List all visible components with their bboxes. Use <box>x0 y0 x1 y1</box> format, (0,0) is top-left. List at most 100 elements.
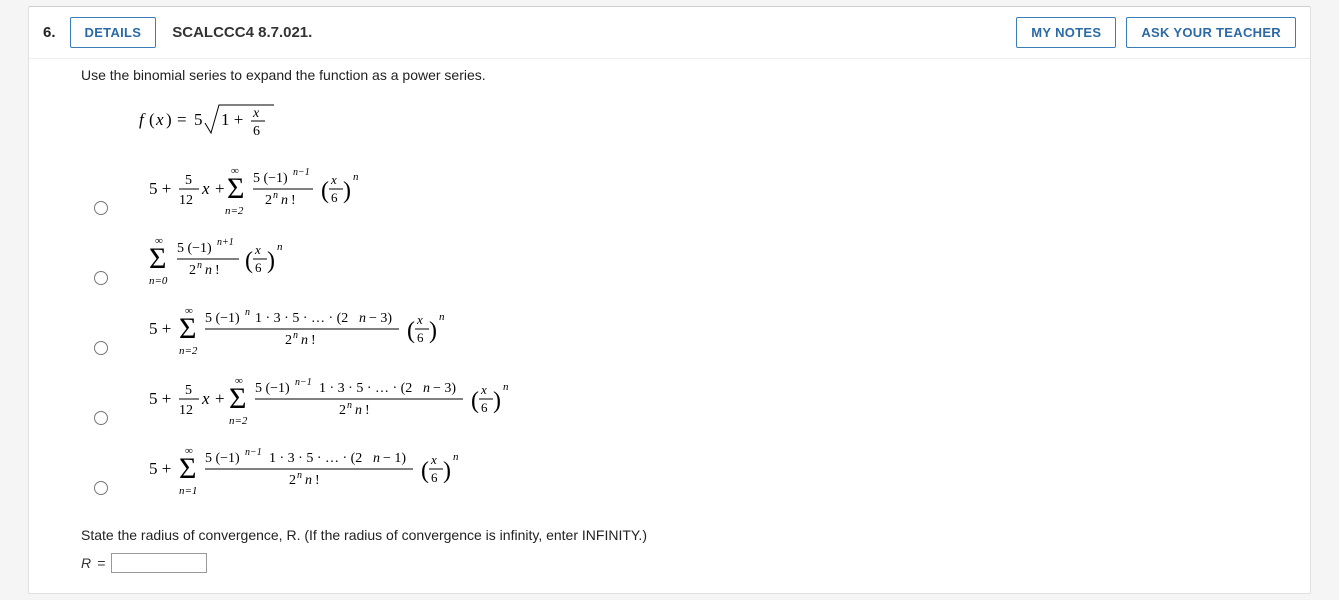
answer-option: 5 + ∞ Σ n=1 5 (−1) n−1 1 · 3 · 5 · … · (… <box>81 441 1282 499</box>
svg-text:(: ( <box>421 458 429 484</box>
option-radio-2[interactable] <box>94 271 108 285</box>
answer-option: 5 + 5 12 x + ∞ Σ n=2 5 (−1) n−1 1 · 3 · … <box>81 371 1282 429</box>
svg-text:!: ! <box>215 263 220 278</box>
svg-text:6: 6 <box>331 190 338 205</box>
svg-text:6: 6 <box>417 330 424 345</box>
svg-text:n: n <box>355 403 362 418</box>
svg-text:Σ: Σ <box>149 242 166 275</box>
svg-text:n: n <box>273 190 278 201</box>
svg-text:(: ( <box>149 110 155 129</box>
svg-text:n−1: n−1 <box>295 377 312 388</box>
radius-equals: = <box>97 555 105 571</box>
svg-text:− 3): − 3) <box>369 311 392 326</box>
svg-text:− 1): − 1) <box>383 451 406 466</box>
radius-input[interactable] <box>111 553 207 573</box>
svg-text:x: x <box>252 106 260 121</box>
svg-text:6: 6 <box>253 124 260 139</box>
svg-text:(: ( <box>471 388 479 414</box>
svg-text:n: n <box>301 333 308 348</box>
option-math-1: 5 + 5 12 x + ∞ Σ n=2 5 (−1) n−1 2 n <box>149 162 409 218</box>
svg-text:n: n <box>297 470 302 481</box>
svg-text:n: n <box>245 307 250 318</box>
question-header: 6. DETAILS SCALCCC4 8.7.021. MY NOTES AS… <box>29 7 1310 58</box>
svg-text:x: x <box>155 110 164 129</box>
svg-text:Σ: Σ <box>179 312 196 345</box>
radius-input-row: R = <box>81 553 1282 573</box>
answer-option: ∞ Σ n=0 5 (−1) n+1 2 n n ! ( x 6 ) <box>81 231 1282 289</box>
svg-text:!: ! <box>365 403 370 418</box>
svg-text:x: x <box>330 172 337 187</box>
svg-text:n: n <box>359 311 366 326</box>
svg-text:2: 2 <box>189 263 196 278</box>
svg-text:n=1: n=1 <box>179 485 197 497</box>
svg-text:n: n <box>353 171 359 183</box>
svg-text:=: = <box>177 110 187 129</box>
svg-text:(: ( <box>321 178 329 204</box>
svg-text:n−1: n−1 <box>293 167 310 178</box>
svg-text:6: 6 <box>481 400 488 415</box>
my-notes-button[interactable]: MY NOTES <box>1016 17 1116 48</box>
answer-option: 5 + ∞ Σ n=2 5 (−1) n 1 · 3 · 5 · … · (2 … <box>81 301 1282 359</box>
option-radio-4[interactable] <box>94 411 108 425</box>
svg-text:): ) <box>429 318 437 344</box>
svg-text:5 +: 5 + <box>149 319 171 338</box>
svg-text:n=0: n=0 <box>149 275 168 287</box>
svg-text:): ) <box>493 388 501 414</box>
problem-code: SCALCCC4 8.7.021. <box>172 24 312 41</box>
svg-text:1 · 3 · 5 · … · (2: 1 · 3 · 5 · … · (2 <box>269 451 362 466</box>
svg-text:x: x <box>430 452 437 467</box>
svg-text:n: n <box>347 400 352 411</box>
svg-text:!: ! <box>311 333 316 348</box>
svg-text:x: x <box>416 312 423 327</box>
option-radio-5[interactable] <box>94 481 108 495</box>
question-container: 6. DETAILS SCALCCC4 8.7.021. MY NOTES AS… <box>28 6 1311 594</box>
svg-text:1 · 3 · 5 · … · (2: 1 · 3 · 5 · … · (2 <box>319 381 412 396</box>
svg-text:6: 6 <box>255 260 262 275</box>
option-math-3: 5 + ∞ Σ n=2 5 (−1) n 1 · 3 · 5 · … · (2 … <box>149 302 489 358</box>
svg-text:f: f <box>139 110 146 129</box>
svg-text:5 (−1): 5 (−1) <box>255 381 290 396</box>
svg-text:): ) <box>443 458 451 484</box>
option-radio-3[interactable] <box>94 341 108 355</box>
option-math-2: ∞ Σ n=0 5 (−1) n+1 2 n n ! ( x 6 ) <box>149 232 349 288</box>
svg-text:Σ: Σ <box>227 172 244 205</box>
svg-text:n: n <box>205 263 212 278</box>
option-math-5: 5 + ∞ Σ n=1 5 (−1) n−1 1 · 3 · 5 · … · (… <box>149 442 509 498</box>
svg-text:n+1: n+1 <box>217 237 234 248</box>
svg-text:2: 2 <box>285 333 292 348</box>
function-definition: f ( x ) = 5 1 + x 6 <box>139 97 1282 143</box>
svg-text:+: + <box>215 389 225 408</box>
svg-text:n=2: n=2 <box>229 415 248 427</box>
svg-text:n: n <box>453 451 459 463</box>
option-radio-1[interactable] <box>94 201 108 215</box>
svg-text:5 +: 5 + <box>149 389 171 408</box>
svg-text:5: 5 <box>194 110 203 129</box>
svg-text:1 +: 1 + <box>221 110 243 129</box>
svg-text:5 (−1): 5 (−1) <box>177 241 212 256</box>
svg-text:12: 12 <box>179 403 193 418</box>
svg-text:x: x <box>254 242 261 257</box>
svg-text:2: 2 <box>339 403 346 418</box>
svg-text:2: 2 <box>289 473 296 488</box>
svg-text:n: n <box>439 311 445 323</box>
svg-text:x: x <box>201 389 210 408</box>
svg-text:n: n <box>281 193 288 208</box>
svg-text:5 +: 5 + <box>149 179 171 198</box>
svg-text:Σ: Σ <box>229 382 246 415</box>
svg-text:x: x <box>480 382 487 397</box>
ask-teacher-button[interactable]: ASK YOUR TEACHER <box>1126 17 1296 48</box>
svg-text:5 +: 5 + <box>149 459 171 478</box>
svg-text:n: n <box>423 381 430 396</box>
question-number: 6. <box>43 24 56 41</box>
details-button[interactable]: DETAILS <box>70 17 157 48</box>
svg-text:n=2: n=2 <box>225 205 244 217</box>
svg-text:): ) <box>343 178 351 204</box>
answer-option: 5 + 5 12 x + ∞ Σ n=2 5 (−1) n−1 2 n <box>81 161 1282 219</box>
svg-text:n: n <box>197 260 202 271</box>
header-actions: MY NOTES ASK YOUR TEACHER <box>1016 17 1296 48</box>
svg-text:): ) <box>166 110 172 129</box>
svg-text:n: n <box>503 381 509 393</box>
svg-text:n: n <box>277 241 283 253</box>
svg-text:(: ( <box>245 248 253 274</box>
svg-text:): ) <box>267 248 275 274</box>
